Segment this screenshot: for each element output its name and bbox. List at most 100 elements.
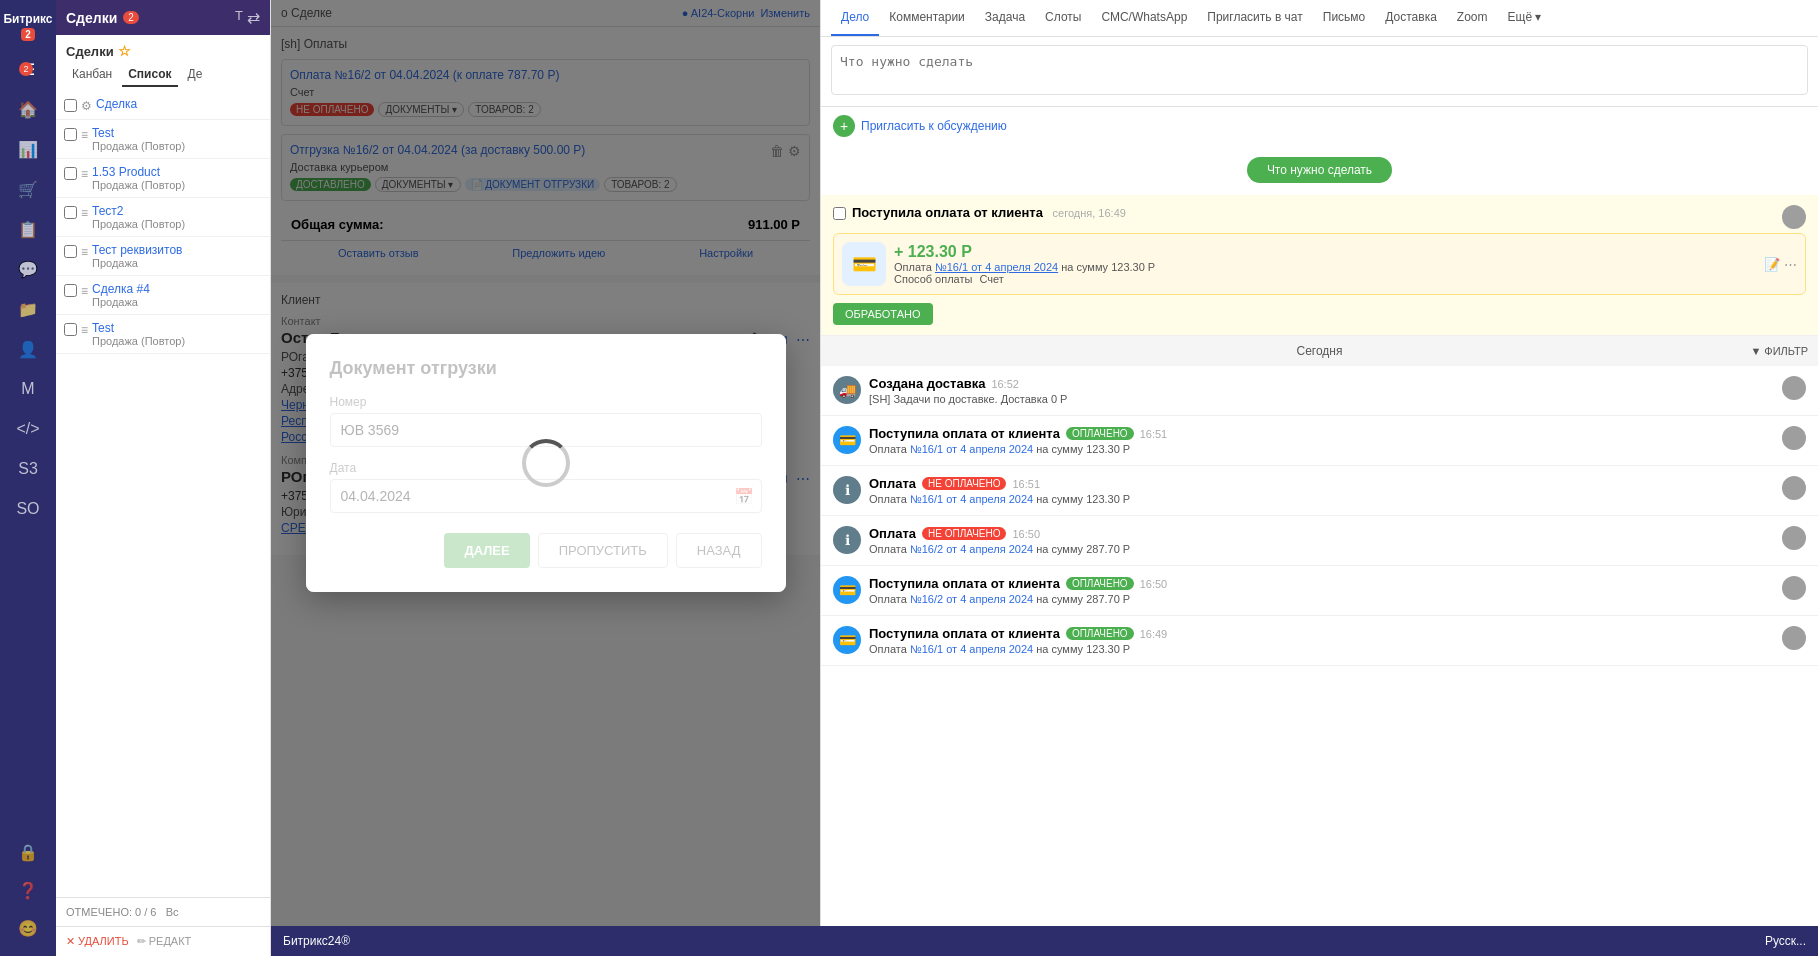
deal-name[interactable]: Сделка bbox=[96, 97, 262, 111]
sidebar-item-shop[interactable]: 🛒 bbox=[10, 171, 46, 207]
deal-checkbox[interactable] bbox=[64, 206, 77, 219]
main-content: о Сделке ● AI24-Скорни Изменить [sh] Опл… bbox=[271, 0, 1818, 956]
tab-list[interactable]: Список bbox=[122, 63, 177, 87]
activity-textarea[interactable] bbox=[831, 45, 1808, 95]
sidebar-item-help[interactable]: ❓ bbox=[10, 872, 46, 908]
list-item[interactable]: ≡ Сделка #4 Продажа bbox=[56, 276, 270, 315]
tab-comments[interactable]: Комментарии bbox=[879, 0, 975, 36]
delivery-body: [SH] Задачи по доставке. Доставка 0 Р bbox=[869, 393, 1774, 405]
deal-checkbox[interactable] bbox=[64, 128, 77, 141]
deal-left: о Сделке ● AI24-Скорни Изменить [sh] Опл… bbox=[271, 0, 821, 926]
delete-button[interactable]: ✕ УДАЛИТЬ bbox=[66, 935, 129, 948]
deals-header-action2[interactable]: ⇄ bbox=[247, 8, 260, 27]
sidebar-item-reports[interactable]: M bbox=[10, 371, 46, 407]
do-task-button[interactable]: Что нужно сделать bbox=[1247, 157, 1392, 183]
feed-item-paid-1651: 💳 Поступила оплата от клиента ОПЛАЧЕНО 1… bbox=[821, 416, 1818, 466]
list-item[interactable]: ≡ Тест2 Продажа (Повтор) bbox=[56, 198, 270, 237]
tab-delo[interactable]: Дело bbox=[831, 0, 879, 36]
list-item[interactable]: ⚙ Сделка bbox=[56, 91, 270, 120]
sidebar-item-analytics[interactable]: 📊 bbox=[10, 131, 46, 167]
today-label: Сегодня bbox=[1297, 344, 1343, 358]
payment-card-details: + 123.30 Р Оплата №16/1 от 4 апреля 2024… bbox=[894, 243, 1756, 285]
deal-checkbox[interactable] bbox=[64, 284, 77, 297]
list-item[interactable]: ≡ Test Продажа (Повтор) bbox=[56, 120, 270, 159]
filter-button[interactable]: ▼ ФИЛЬТР bbox=[1750, 345, 1808, 357]
sidebar-item-chat[interactable]: 💬 bbox=[10, 251, 46, 287]
activity-feed: + Пригласить к обсуждению Что нужно сдел… bbox=[821, 107, 1818, 926]
tab-zoom[interactable]: Zoom bbox=[1447, 0, 1498, 36]
sidebar-item-files[interactable]: 📁 bbox=[10, 291, 46, 327]
sidebar-item-users[interactable]: 👤 bbox=[10, 331, 46, 367]
shipment-modal: Документ отгрузки Номер Дата 📅 ДАЛЕЕ bbox=[306, 334, 786, 592]
unpaid-title: Оплата bbox=[869, 476, 916, 491]
sidebar-item-home[interactable]: 🏠 bbox=[10, 91, 46, 127]
paid-link-2[interactable]: №16/2 от 4 апреля 2024 bbox=[910, 593, 1033, 605]
unpaid-link-2[interactable]: №16/2 от 4 апреля 2024 bbox=[910, 543, 1033, 555]
list-item[interactable]: ≡ Test Продажа (Повтор) bbox=[56, 315, 270, 354]
deal-name[interactable]: Сделка #4 bbox=[92, 282, 262, 296]
invite-row[interactable]: + Пригласить к обсуждению bbox=[821, 107, 1818, 145]
tab-task[interactable]: Задача bbox=[975, 0, 1035, 36]
tab-slots[interactable]: Слоты bbox=[1035, 0, 1091, 36]
payment-card-actions: 📝 ⋯ bbox=[1764, 257, 1797, 272]
tab-sms[interactable]: СМС/WhatsApp bbox=[1091, 0, 1197, 36]
deal-name[interactable]: Тест реквизитов bbox=[92, 243, 262, 257]
paid-time-3: 16:49 bbox=[1140, 628, 1168, 640]
feed-item-paid-1651-content: Поступила оплата от клиента ОПЛАЧЕНО 16:… bbox=[869, 426, 1774, 455]
deal-checkbox[interactable] bbox=[64, 99, 77, 112]
unpaid-body-2: Оплата №16/2 от 4 апреля 2024 на сумму 2… bbox=[869, 543, 1774, 555]
deals-header-action1[interactable]: Т bbox=[235, 8, 243, 27]
list-icon: ≡ bbox=[81, 167, 88, 181]
tab-invite[interactable]: Пригласить в чат bbox=[1197, 0, 1312, 36]
payment-card-more[interactable]: ⋯ bbox=[1784, 257, 1797, 272]
tab-more[interactable]: Ещё ▾ bbox=[1498, 0, 1552, 36]
list-item[interactable]: ≡ 1.53 Product Продажа (Повтор) bbox=[56, 159, 270, 198]
feed-item-unpaid-1651: ℹ Оплата НЕ ОПЛАЧЕНО 16:51 Оплата №16/1 … bbox=[821, 466, 1818, 516]
tab-delivery[interactable]: Доставка bbox=[1375, 0, 1447, 36]
tab-de[interactable]: Де bbox=[182, 63, 209, 87]
unpaid-title-2: Оплата bbox=[869, 526, 916, 541]
payment-card-note[interactable]: 📝 bbox=[1764, 257, 1780, 272]
unpaid-badge-2: НЕ ОПЛАЧЕНО bbox=[922, 527, 1006, 540]
task-checkbox[interactable] bbox=[833, 207, 846, 220]
feed-item-paid-1649-content: Поступила оплата от клиента ОПЛАЧЕНО 16:… bbox=[869, 626, 1774, 655]
deal-name[interactable]: Test bbox=[92, 126, 262, 140]
unpaid-time: 16:51 bbox=[1012, 478, 1040, 490]
sidebar-item-s3[interactable]: S3 bbox=[10, 451, 46, 487]
avatar bbox=[1782, 476, 1806, 500]
deal-checkbox[interactable] bbox=[64, 245, 77, 258]
paid-title-2: Поступила оплата от клиента bbox=[869, 576, 1060, 591]
deal-name[interactable]: 1.53 Product bbox=[92, 165, 262, 179]
deal-name[interactable]: Test bbox=[92, 321, 262, 335]
tab-kanban[interactable]: Канбан bbox=[66, 63, 118, 87]
sidebar-item-profile[interactable]: 😊 bbox=[10, 910, 46, 946]
deal-view: о Сделке ● AI24-Скорни Изменить [sh] Опл… bbox=[271, 0, 1818, 926]
feed-item-delivery-content: Создана доставка 16:52 [SH] Задачи по до… bbox=[869, 376, 1774, 405]
tab-letter[interactable]: Письмо bbox=[1313, 0, 1376, 36]
deal-type: Продажа bbox=[92, 296, 262, 308]
unpaid-link[interactable]: №16/1 от 4 апреля 2024 bbox=[910, 493, 1033, 505]
paid-link-3[interactable]: №16/1 от 4 апреля 2024 bbox=[910, 643, 1033, 655]
deal-name[interactable]: Тест2 bbox=[92, 204, 262, 218]
deal-checkbox[interactable] bbox=[64, 167, 77, 180]
paid-link[interactable]: №16/1 от 4 апреля 2024 bbox=[910, 443, 1033, 455]
processed-button[interactable]: ОБРАБОТАНО bbox=[833, 303, 933, 325]
gear-icon[interactable]: ⚙ bbox=[81, 99, 92, 113]
sidebar-item-dev[interactable]: </> bbox=[10, 411, 46, 447]
deals-section-title: Сделки ☆ bbox=[56, 35, 270, 63]
deals-list: ⚙ Сделка ≡ Test Продажа (Повтор) ≡ 1.53 … bbox=[56, 91, 270, 897]
paid-body-2: Оплата №16/2 от 4 апреля 2024 на сумму 2… bbox=[869, 593, 1774, 605]
avatar bbox=[1782, 576, 1806, 600]
edit-button[interactable]: ✏ РЕДАКТ bbox=[137, 935, 192, 948]
list-icon: ≡ bbox=[81, 323, 88, 337]
invite-icon: + bbox=[833, 115, 855, 137]
payment-feed-icon-3: 💳 bbox=[833, 626, 861, 654]
lang-selector[interactable]: Русск... bbox=[1765, 934, 1806, 948]
sidebar-item-tasks[interactable]: 📋 bbox=[10, 211, 46, 247]
deal-checkbox[interactable] bbox=[64, 323, 77, 336]
sidebar-item-so[interactable]: SO bbox=[10, 491, 46, 527]
list-item[interactable]: ≡ Тест реквизитов Продажа bbox=[56, 237, 270, 276]
sidebar-item-deals[interactable]: ☰ 2 bbox=[10, 51, 46, 87]
sidebar-item-lock[interactable]: 🔒 bbox=[10, 834, 46, 870]
payment-link[interactable]: №16/1 от 4 апреля 2024 bbox=[935, 261, 1058, 273]
